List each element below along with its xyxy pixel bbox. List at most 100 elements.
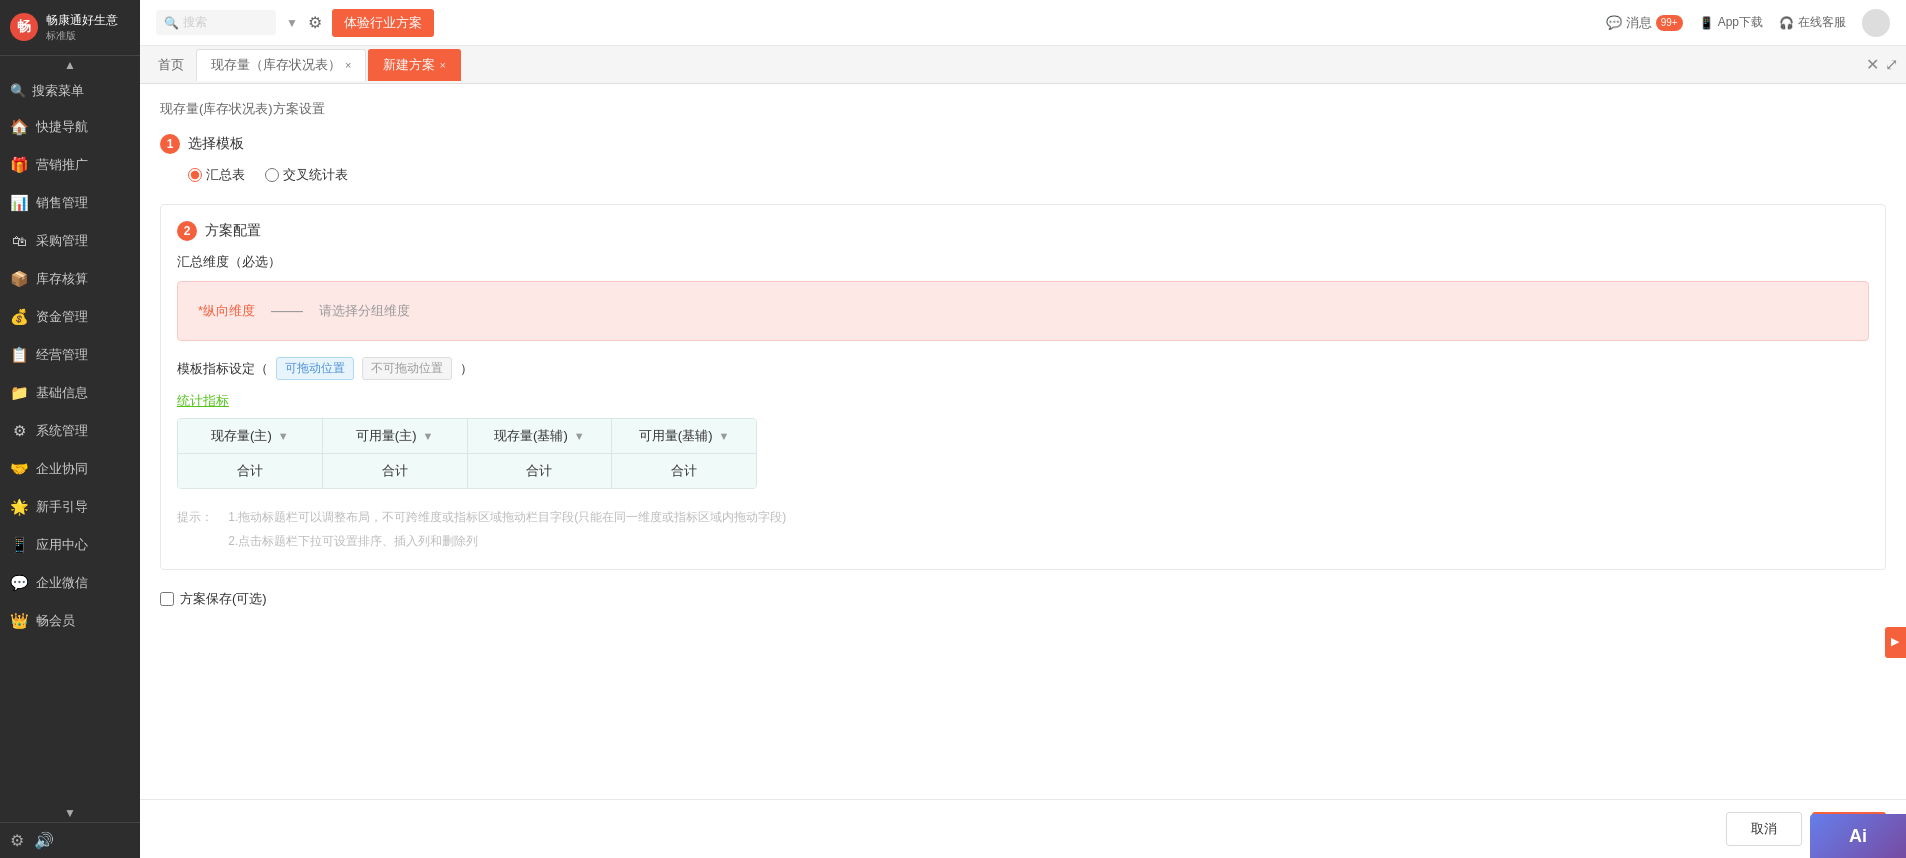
radio-cross-input[interactable]: [265, 168, 279, 182]
sidebar: 畅 畅康通好生意 标准版 ▲ 🔍 搜索菜单 🏠 快捷导航 🎁 营销推广 📊 销售…: [0, 0, 140, 858]
app-name: 畅康通好生意: [46, 12, 118, 29]
col-header-text-0: 现存量(主): [211, 427, 272, 445]
sidebar-item-member[interactable]: 👑 畅会员: [0, 602, 140, 640]
topbar-dropdown-btn[interactable]: ▼: [286, 16, 298, 30]
tips-text2: 2.点击标题栏下拉可设置排序、插入列和删除列: [228, 534, 478, 548]
sidebar-item-label: 企业微信: [36, 574, 88, 592]
dimension-required-mark: *纵向维度: [198, 302, 255, 320]
stats-table: 现存量(主) ▼ 合计 可用量(主) ▼ 合计: [177, 418, 757, 489]
tab-home[interactable]: 首页: [148, 50, 194, 80]
sidebar-item-system[interactable]: ⚙ 系统管理: [0, 412, 140, 450]
sidebar-item-app-center[interactable]: 📱 应用中心: [0, 526, 140, 564]
sidebar-item-label: 资金管理: [36, 308, 88, 326]
sidebar-item-label: 系统管理: [36, 422, 88, 440]
sound-icon[interactable]: 🔊: [34, 831, 54, 850]
sidebar-scroll-down[interactable]: ▼: [0, 804, 140, 822]
section-plan-config: 2 方案配置 汇总维度（必选） *纵向维度 —— 请选择分组维度 模板指标设定（…: [160, 204, 1886, 570]
topbar-app-download[interactable]: 📱 App下载: [1699, 14, 1763, 31]
user-avatar[interactable]: [1862, 9, 1890, 37]
tab-new-plan[interactable]: 新建方案 ×: [368, 49, 460, 81]
col-dropdown-2[interactable]: ▼: [574, 430, 585, 442]
sidebar-item-label: 快捷导航: [36, 118, 88, 136]
sidebar-item-marketing[interactable]: 🎁 营销推广: [0, 146, 140, 184]
radio-summary-input[interactable]: [188, 168, 202, 182]
purchase-icon: 🛍: [10, 232, 28, 250]
radio-summary-label: 汇总表: [206, 166, 245, 184]
tabs-expand-btn[interactable]: ⤢: [1885, 55, 1898, 74]
topbar-left: 🔍 搜索 ▼ ⚙ 体验行业方案: [156, 9, 434, 37]
tabs-close-window-btn[interactable]: ✕: [1866, 55, 1879, 74]
message-icon: 💬: [1606, 15, 1622, 30]
sidebar-scroll-up[interactable]: ▲: [0, 56, 140, 74]
topbar: 🔍 搜索 ▼ ⚙ 体验行业方案 💬 消息 99+ 📱 App下载 🎧 在线客服: [140, 0, 1906, 46]
template-radio-group: 汇总表 交叉统计表: [188, 166, 1886, 184]
scroll-down-btn[interactable]: ▼: [62, 804, 78, 822]
topbar-online-service[interactable]: 🎧 在线客服: [1779, 14, 1846, 31]
col-dropdown-0[interactable]: ▼: [278, 430, 289, 442]
tab-new-plan-close[interactable]: ×: [439, 59, 445, 71]
sidebar-item-finance[interactable]: 💰 资金管理: [0, 298, 140, 336]
sidebar-item-basic-info[interactable]: 📁 基础信息: [0, 374, 140, 412]
stats-table-header: 现存量(主) ▼ 合计 可用量(主) ▼ 合计: [178, 419, 756, 488]
section2-title: 方案配置: [205, 222, 261, 240]
radio-summary[interactable]: 汇总表: [188, 166, 245, 184]
sidebar-item-label: 库存核算: [36, 270, 88, 288]
save-label: 方案保存(可选): [180, 590, 267, 608]
section2-header: 2 方案配置: [177, 221, 1869, 241]
topbar-messages[interactable]: 💬 消息 99+: [1606, 14, 1683, 32]
sidebar-item-purchase[interactable]: 🛍 采购管理: [0, 222, 140, 260]
tabs-actions: ✕ ⤢: [1866, 55, 1906, 74]
stats-col-2: 现存量(基辅) ▼ 合计: [468, 419, 613, 488]
sidebar-item-enterprise[interactable]: 🤝 企业协同: [0, 450, 140, 488]
topbar-trial-btn[interactable]: 体验行业方案: [332, 9, 434, 37]
col-dropdown-1[interactable]: ▼: [423, 430, 434, 442]
sidebar-item-sales[interactable]: 📊 销售管理: [0, 184, 140, 222]
app-edition: 标准版: [46, 29, 118, 43]
service-label: 在线客服: [1798, 14, 1846, 31]
sidebar-item-newcomer[interactable]: 🌟 新手引导: [0, 488, 140, 526]
section1-num: 1: [160, 134, 180, 154]
wechat-icon: 💬: [10, 574, 28, 592]
tips-text1: 1.拖动标题栏可以调整布局，不可跨维度或指标区域拖动栏目字段(只能在同一维度或指…: [228, 510, 786, 524]
ai-badge[interactable]: Ai: [1810, 814, 1906, 858]
tab-inventory-close[interactable]: ×: [345, 59, 351, 71]
topbar-gear-btn[interactable]: ⚙: [308, 13, 322, 32]
search-icon: 🔍: [10, 83, 26, 98]
stats-col-header-1: 可用量(主) ▼: [323, 419, 467, 454]
tips-indent: [177, 534, 225, 548]
stats-col-0: 现存量(主) ▼ 合计: [178, 419, 323, 488]
sidebar-item-quick-nav[interactable]: 🏠 快捷导航: [0, 108, 140, 146]
tips-label: 提示：: [177, 510, 225, 524]
col-header-text-1: 可用量(主): [356, 427, 417, 445]
system-icon: ⚙: [10, 422, 28, 440]
sidebar-item-wechat[interactable]: 💬 企业微信: [0, 564, 140, 602]
save-checkbox[interactable]: [160, 592, 174, 606]
sidebar-item-operations[interactable]: 📋 经营管理: [0, 336, 140, 374]
sidebar-item-label: 销售管理: [36, 194, 88, 212]
sidebar-logo: 畅 畅康通好生意 标准版: [0, 0, 140, 56]
stats-col-header-0: 现存量(主) ▼: [178, 419, 322, 454]
non-draggable-badge: 不可拖动位置: [362, 357, 452, 380]
section2-num: 2: [177, 221, 197, 241]
main-content: 🔍 搜索 ▼ ⚙ 体验行业方案 💬 消息 99+ 📱 App下载 🎧 在线客服: [140, 0, 1906, 858]
sidebar-search[interactable]: 🔍 搜索菜单: [0, 74, 140, 108]
col-dropdown-3[interactable]: ▼: [719, 430, 730, 442]
scroll-up-btn[interactable]: ▲: [62, 56, 78, 74]
finance-icon: 💰: [10, 308, 28, 326]
cancel-button[interactable]: 取消: [1726, 812, 1802, 846]
right-float-btn[interactable]: ▶: [1885, 627, 1906, 658]
member-icon: 👑: [10, 612, 28, 630]
stats-col-header-3: 可用量(基辅) ▼: [612, 419, 756, 454]
topbar-search-text: 搜索: [183, 14, 207, 31]
sidebar-item-label: 采购管理: [36, 232, 88, 250]
sidebar-item-label: 应用中心: [36, 536, 88, 554]
sidebar-item-inventory[interactable]: 📦 库存核算: [0, 260, 140, 298]
save-option-row: 方案保存(可选): [160, 590, 1886, 668]
tab-inventory[interactable]: 现存量（库存状况表） ×: [196, 49, 366, 81]
radio-cross[interactable]: 交叉统计表: [265, 166, 348, 184]
stats-section-title: 统计指标: [177, 392, 1869, 410]
sidebar-item-label: 营销推广: [36, 156, 88, 174]
settings-icon[interactable]: ⚙: [10, 831, 24, 850]
sidebar-item-label: 企业协同: [36, 460, 88, 478]
topbar-search-icon: 🔍: [164, 16, 179, 30]
